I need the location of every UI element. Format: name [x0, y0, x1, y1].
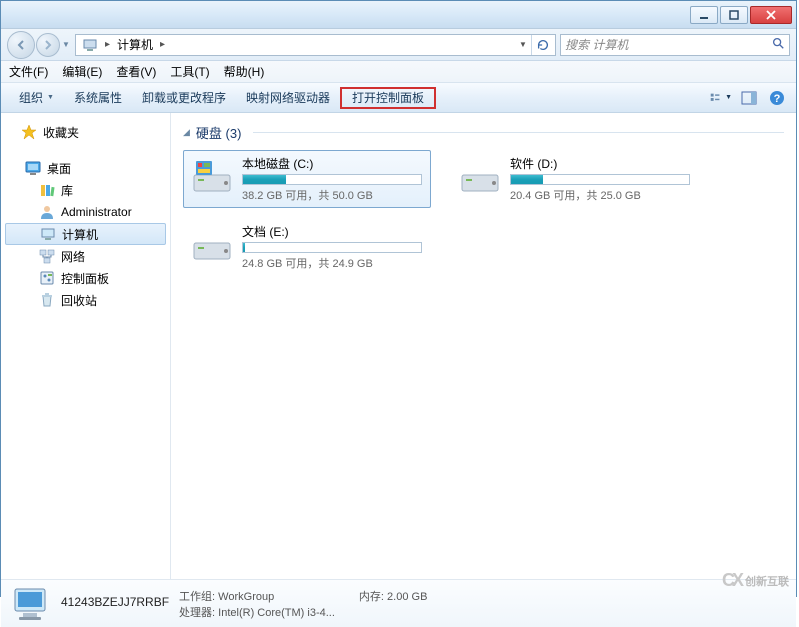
sidebar-network[interactable]: 网络 — [1, 245, 170, 267]
user-icon — [39, 204, 55, 220]
computer-crumb-icon — [78, 35, 102, 55]
search-placeholder: 搜索 计算机 — [565, 36, 628, 53]
menu-file[interactable]: 文件(F) — [9, 63, 48, 80]
system-properties-button[interactable]: 系统属性 — [64, 87, 132, 109]
network-icon — [39, 248, 55, 264]
details-memory: 2.00 GB — [387, 591, 427, 603]
sidebar-favorites[interactable]: 收藏夹 — [1, 121, 170, 143]
map-network-drive-button[interactable]: 映射网络驱动器 — [236, 87, 340, 109]
drive-d-icon — [458, 155, 502, 199]
breadcrumb-computer[interactable]: 计算机 — [113, 35, 157, 55]
refresh-button[interactable] — [531, 35, 553, 55]
details-cpu: Intel(R) Core(TM) i3-4... — [218, 607, 335, 619]
chevron-right-icon[interactable]: ▸ — [102, 39, 113, 50]
nav-bar: ▼ ▸ 计算机 ▸ ▼ 搜索 计算机 — [1, 29, 796, 61]
menu-bar: 文件(F) 编辑(E) 查看(V) 工具(T) 帮助(H) — [1, 61, 796, 83]
drive-d-stats: 20.4 GB 可用，共 25.0 GB — [510, 187, 692, 203]
search-input[interactable]: 搜索 计算机 — [560, 34, 790, 56]
drive-d[interactable]: 软件 (D:) 20.4 GB 可用，共 25.0 GB — [451, 150, 699, 208]
drive-c[interactable]: 本地磁盘 (C:) 38.2 GB 可用，共 50.0 GB — [183, 150, 431, 208]
svg-text:?: ? — [774, 93, 781, 105]
view-options-button[interactable]: ▼ — [710, 87, 732, 109]
details-computer-name: 41243BZEJJ7RRBF — [61, 595, 169, 609]
drive-e-icon — [190, 223, 234, 267]
menu-view[interactable]: 查看(V) — [116, 63, 156, 80]
star-icon — [21, 124, 37, 140]
uninstall-programs-button[interactable]: 卸载或更改程序 — [132, 87, 236, 109]
content-area: ◢ 硬盘 (3) 本地磁盘 (C:) 38.2 GB 可用，共 50.0 GB — [171, 113, 796, 579]
chevron-right-icon[interactable]: ▸ — [157, 39, 168, 50]
menu-help[interactable]: 帮助(H) — [224, 63, 265, 80]
toolbar: 组织▼ 系统属性 卸载或更改程序 映射网络驱动器 打开控制面板 ▼ ? — [1, 83, 796, 113]
address-dropdown[interactable]: ▼ — [515, 36, 531, 54]
sidebar: 收藏夹 桌面 库 Administrator — [1, 113, 171, 579]
history-dropdown[interactable]: ▼ — [61, 35, 71, 55]
section-header-drives[interactable]: ◢ 硬盘 (3) — [183, 123, 784, 142]
watermark: CX创新互联 — [722, 570, 789, 591]
computer-large-icon — [11, 585, 51, 623]
minimize-button[interactable] — [690, 6, 718, 24]
organize-button[interactable]: 组织▼ — [9, 87, 64, 109]
drive-d-bar — [510, 174, 690, 185]
forward-button[interactable] — [36, 33, 60, 57]
menu-edit[interactable]: 编辑(E) — [62, 63, 102, 80]
sidebar-libraries[interactable]: 库 — [1, 179, 170, 201]
preview-pane-button[interactable] — [738, 87, 760, 109]
drive-d-label: 软件 (D:) — [510, 155, 692, 172]
maximize-button[interactable] — [720, 6, 748, 24]
recycle-bin-icon — [39, 292, 55, 308]
computer-icon — [40, 226, 56, 242]
drive-e-bar — [242, 242, 422, 253]
help-button[interactable]: ? — [766, 87, 788, 109]
sidebar-administrator[interactable]: Administrator — [1, 201, 170, 223]
close-button[interactable] — [750, 6, 792, 24]
collapse-icon[interactable]: ◢ — [183, 127, 190, 138]
drive-e-label: 文档 (E:) — [242, 223, 424, 240]
drive-c-label: 本地磁盘 (C:) — [242, 155, 424, 172]
details-workgroup: WorkGroup — [218, 591, 274, 603]
address-bar[interactable]: ▸ 计算机 ▸ ▼ — [75, 34, 556, 56]
control-panel-icon — [39, 270, 55, 286]
drive-c-stats: 38.2 GB 可用，共 50.0 GB — [242, 187, 424, 203]
details-pane: 41243BZEJJ7RRBF 工作组: WorkGroup 处理器: Inte… — [1, 579, 796, 627]
open-control-panel-button[interactable]: 打开控制面板 — [340, 87, 436, 109]
drive-c-bar — [242, 174, 422, 185]
sidebar-computer[interactable]: 计算机 — [5, 223, 166, 245]
drive-c-icon — [190, 155, 234, 199]
library-icon — [39, 182, 55, 198]
desktop-icon — [25, 160, 41, 176]
menu-tools[interactable]: 工具(T) — [170, 63, 209, 80]
drive-e-stats: 24.8 GB 可用，共 24.9 GB — [242, 255, 424, 271]
title-bar — [1, 1, 796, 29]
search-icon — [771, 36, 785, 53]
sidebar-recycle-bin[interactable]: 回收站 — [1, 289, 170, 311]
sidebar-desktop[interactable]: 桌面 — [1, 157, 170, 179]
back-button[interactable] — [7, 31, 35, 59]
sidebar-control-panel[interactable]: 控制面板 — [1, 267, 170, 289]
drive-e[interactable]: 文档 (E:) 24.8 GB 可用，共 24.9 GB — [183, 218, 431, 276]
